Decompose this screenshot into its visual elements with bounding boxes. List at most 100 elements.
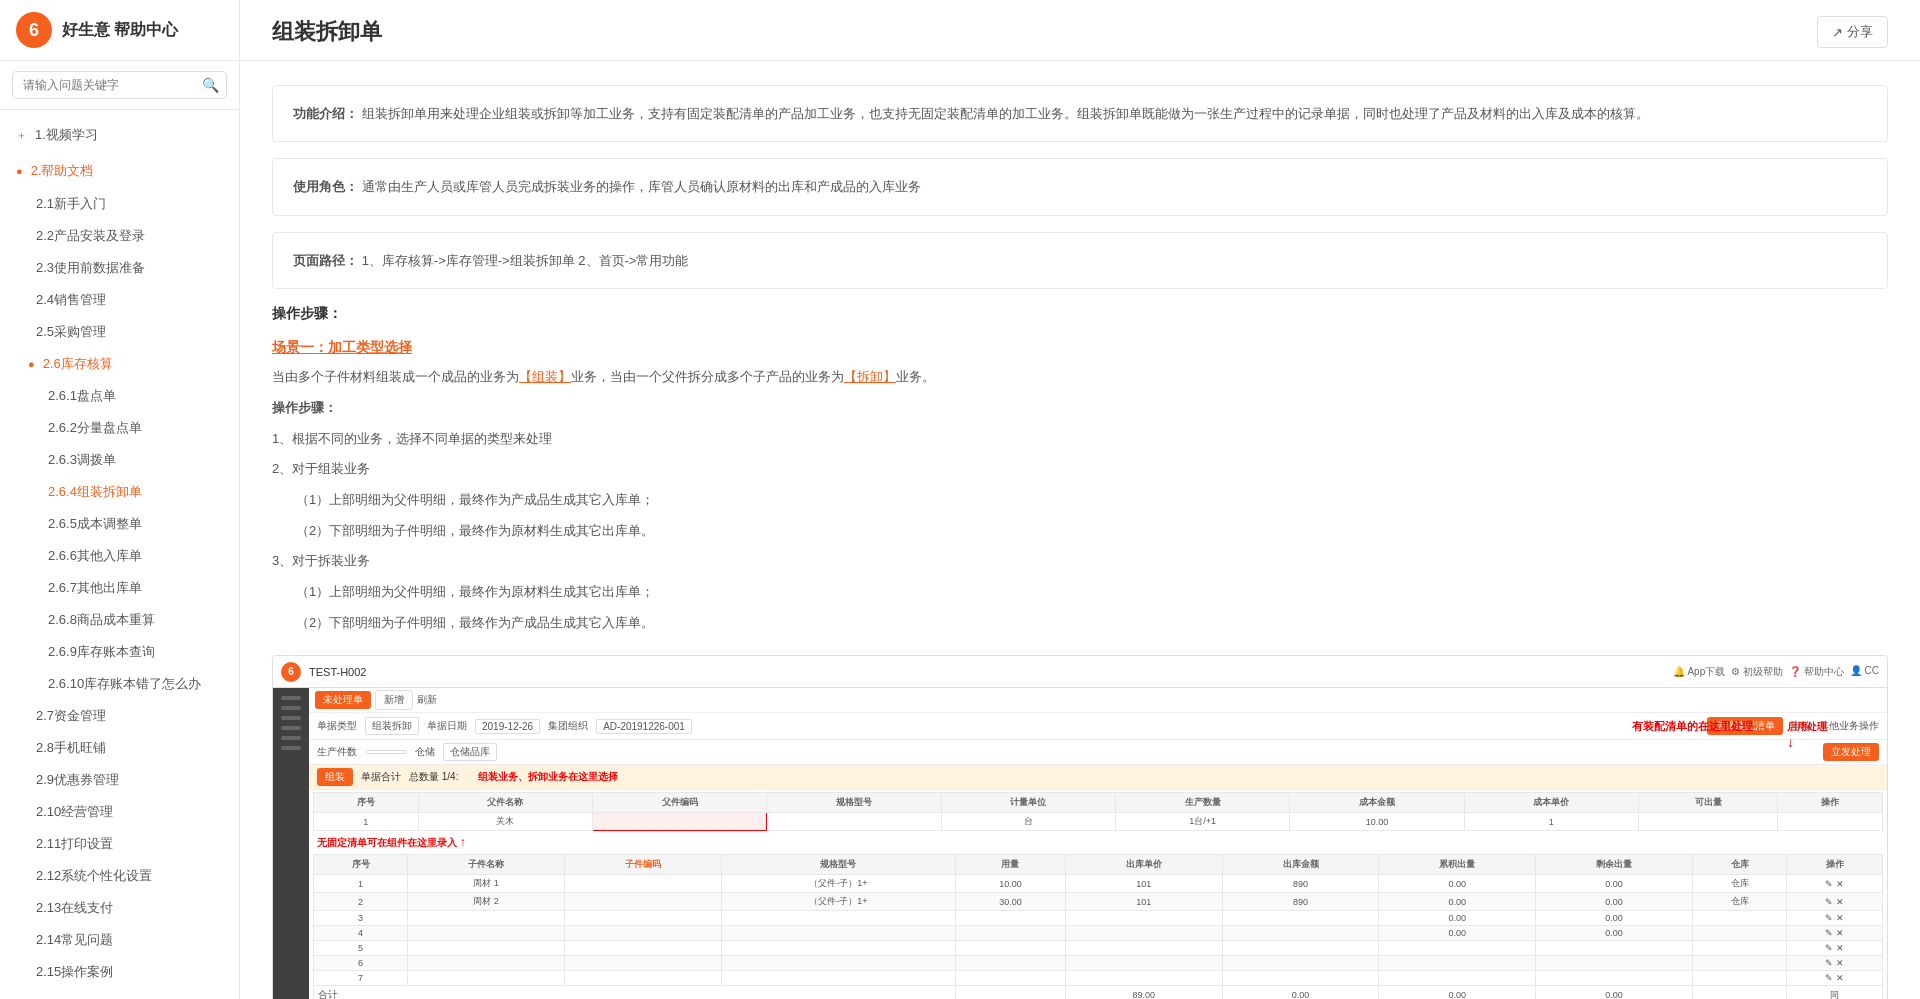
sidebar-item-inventory[interactable]: ● 2.6库存核算: [0, 348, 239, 380]
td-spec-1: [767, 813, 941, 831]
th-out-amt: 出库金额: [1222, 855, 1379, 875]
path-label: 页面路径：: [293, 253, 358, 268]
sidebar-item-265[interactable]: 2.6.5成本调整单: [0, 508, 239, 540]
sidebar-item-sys[interactable]: 2.12系统个性化设置: [0, 860, 239, 892]
func-intro-label: 功能介绍：: [293, 106, 358, 121]
sim-doctype-value: 组装拆卸: [365, 717, 419, 735]
sim-company: TEST-H002: [309, 666, 366, 678]
nav-group-video: ＋ 1.视频学习: [0, 118, 239, 152]
sidebar-item-2610[interactable]: 2.6.10库存账本错了怎么办: [0, 668, 239, 700]
share-label: 分享: [1847, 23, 1873, 41]
sim-lower-row-3: 30.000.00✎ ✕: [314, 911, 1883, 926]
expand-icon: ＋: [16, 128, 27, 143]
sim-sidebar-icon-1: [281, 696, 301, 700]
th-child-name: 子件名称: [408, 855, 565, 875]
sim-top-icons: 🔔 App下载 ⚙ 初级帮助 ❓ 帮助中心 👤 CC: [1673, 665, 1879, 679]
app-logo: 6: [16, 12, 52, 48]
td-op-1: [1778, 813, 1883, 831]
annotation2-text: 组装业务、拆卸业务在这里选择: [478, 771, 618, 782]
sim-table-footer: 合计 89.00 0.00 0.00 0.00 同: [314, 986, 1883, 999]
sidebar-item-267[interactable]: 2.6.7其他出库单: [0, 572, 239, 604]
step2-1: （1）上部明细为父件明细，最终作为产成品生成其它入库单；: [272, 488, 1888, 513]
sidebar-item-sales[interactable]: 2.4销售管理: [0, 284, 239, 316]
sidebar-item-263[interactable]: 2.6.3调拨单: [0, 444, 239, 476]
sidebar-item-coupon[interactable]: 2.9优惠券管理: [0, 764, 239, 796]
main-content: 组装拆卸单 ↗ 分享 功能介绍： 组装拆卸单用来处理企业组装或拆卸等加工业务，支…: [240, 0, 1920, 999]
sidebar-item-pay[interactable]: 2.13在线支付: [0, 892, 239, 924]
step2: 2、对于组装业务: [272, 457, 1888, 482]
steps-label: 操作步骤：: [272, 396, 1888, 421]
sim-label-deptno: 集团组织: [548, 719, 588, 733]
annotation3-container: 启用处理 ↓: [1787, 720, 1827, 750]
sim-warehouse-value: 仓储品库: [443, 743, 497, 761]
sidebar-item-finance[interactable]: 2.7资金管理: [0, 700, 239, 732]
td-code-1: [592, 813, 766, 831]
th-seq2: 序号: [314, 855, 408, 875]
sidebar-item-print[interactable]: 2.11打印设置: [0, 828, 239, 860]
role-text: 通常由生产人员或库管人员完成拆装业务的操作，库管人员确认原材料的出库和产成品的入…: [362, 179, 921, 194]
step3: 3、对于拆装业务: [272, 549, 1888, 574]
td-costprice-1: 1: [1464, 813, 1638, 831]
sim-lower-row-2: 2周材 2（父件-子）1+30.001018900.000.00仓库✎ ✕: [314, 893, 1883, 911]
nav-group-docs-label: 2.帮助文档: [31, 162, 94, 180]
sim-label-doctype: 单据类型: [317, 719, 357, 733]
th-qty: 生产数量: [1115, 793, 1289, 813]
th-op: 操作: [1778, 793, 1883, 813]
sidebar-item-purchase[interactable]: 2.5采购管理: [0, 316, 239, 348]
search-input[interactable]: [12, 71, 227, 99]
td-avail-1: [1638, 813, 1777, 831]
sim-type-tag: 组装: [317, 768, 353, 786]
step3-1: （1）上部明细为父件明细，最终作为原材料生成其它出库单；: [272, 580, 1888, 605]
sidebar-item-262[interactable]: 2.6.2分量盘点单: [0, 412, 239, 444]
sidebar-item-266[interactable]: 2.6.6其他入库单: [0, 540, 239, 572]
sidebar-item-mobile[interactable]: 2.8手机旺铺: [0, 732, 239, 764]
th-seq: 序号: [314, 793, 419, 813]
sidebar-item-install[interactable]: 2.2产品安装及登录: [0, 220, 239, 252]
annotation3-text: 启用处理: [1787, 721, 1827, 732]
th-cost-price: 成本单价: [1464, 793, 1638, 813]
share-button[interactable]: ↗ 分享: [1817, 16, 1888, 48]
search-box[interactable]: 🔍: [0, 61, 239, 110]
sim-upper-table: 序号 父件名称 父件编码 规格型号 计量单位 生产数量 成本金额 成本单价: [313, 792, 1883, 831]
td-seq-1: 1: [314, 813, 419, 831]
sidebar-item-new-user[interactable]: 2.1新手入门: [0, 188, 239, 220]
sidebar-item-data-prep[interactable]: 2.3使用前数据准备: [0, 252, 239, 284]
app-title: 好生意 帮助中心: [62, 20, 178, 41]
sim-tabs-row: 未处理单 新增 刷新: [309, 688, 1887, 713]
sidebar-item-268[interactable]: 2.6.8商品成本重算: [0, 604, 239, 636]
sidebar-item-ops[interactable]: 2.10经营管理: [0, 796, 239, 828]
th-child-code: 子件编码: [564, 855, 721, 875]
sim-lower-row-7: 7✎ ✕: [314, 971, 1883, 986]
sim-table-row-1: 1 关木 台 1台/+1 10.00 1: [314, 813, 1883, 831]
sim-type-row: 组装 单据合计 总数量 1/4: 组装业务、拆卸业务在这里选择: [309, 765, 1887, 790]
inventory-group-label: 2.6库存核算: [43, 355, 113, 373]
th-remain: 剩余出量: [1536, 855, 1693, 875]
sidebar-item-261[interactable]: 2.6.1盘点单: [0, 380, 239, 412]
main-header: 组装拆卸单 ↗ 分享: [240, 0, 1920, 61]
sim-count-input: [365, 750, 407, 754]
td-unit-1: 台: [941, 813, 1115, 831]
sim-sidebar-icon-6: [281, 746, 301, 750]
screenshot-container: 6 TEST-H002 🔔 App下载 ⚙ 初级帮助 ❓ 帮助中心 👤 CC: [272, 655, 1888, 999]
sim-body: 未处理单 新增 刷新 单据类型 组装拆卸 单据日期 2019-12-26: [273, 688, 1887, 999]
td-qty-1: 1台/+1: [1115, 813, 1289, 831]
step1: 1、根据不同的业务，选择不同单据的类型来处理: [272, 427, 1888, 452]
sim-btn-process[interactable]: 立发处理: [1823, 743, 1879, 761]
page-title: 组装拆卸单: [272, 17, 382, 47]
sim-upper-table-wrapper: 序号 父件名称 父件编码 规格型号 计量单位 生产数量 成本金额 成本单价: [309, 790, 1887, 833]
sidebar-item-case[interactable]: 2.15操作案例: [0, 956, 239, 988]
nav-group-docs: ● 2.帮助文档 2.1新手入门 2.2产品安装及登录 2.3使用前数据准备 2…: [0, 154, 239, 988]
role-label: 使用角色：: [293, 179, 358, 194]
sidebar-item-264[interactable]: 2.6.4组装拆卸单: [0, 476, 239, 508]
arrow1: →: [1757, 721, 1767, 732]
sim-topbar: 6 TEST-H002 🔔 App下载 ⚙ 初级帮助 ❓ 帮助中心 👤 CC: [273, 656, 1887, 688]
sim-lower-row-6: 6✎ ✕: [314, 956, 1883, 971]
search-button[interactable]: 🔍: [202, 77, 219, 93]
sidebar-item-help-docs[interactable]: ● 2.帮助文档: [0, 154, 239, 188]
sidebar-item-faq[interactable]: 2.14常见问题: [0, 924, 239, 956]
ops-label: 操作步骤：: [272, 305, 1888, 323]
sim-lower-row-1: 1周材 1（父件-子）1+10.001018900.000.00仓库✎ ✕: [314, 875, 1883, 893]
sidebar-item-269[interactable]: 2.6.9库存账本查询: [0, 636, 239, 668]
sidebar-item-video-learning[interactable]: ＋ 1.视频学习: [0, 118, 239, 152]
sidebar: 6 好生意 帮助中心 🔍 ＋ 1.视频学习 ● 2.帮助文档 2.1新手入门 2…: [0, 0, 240, 999]
